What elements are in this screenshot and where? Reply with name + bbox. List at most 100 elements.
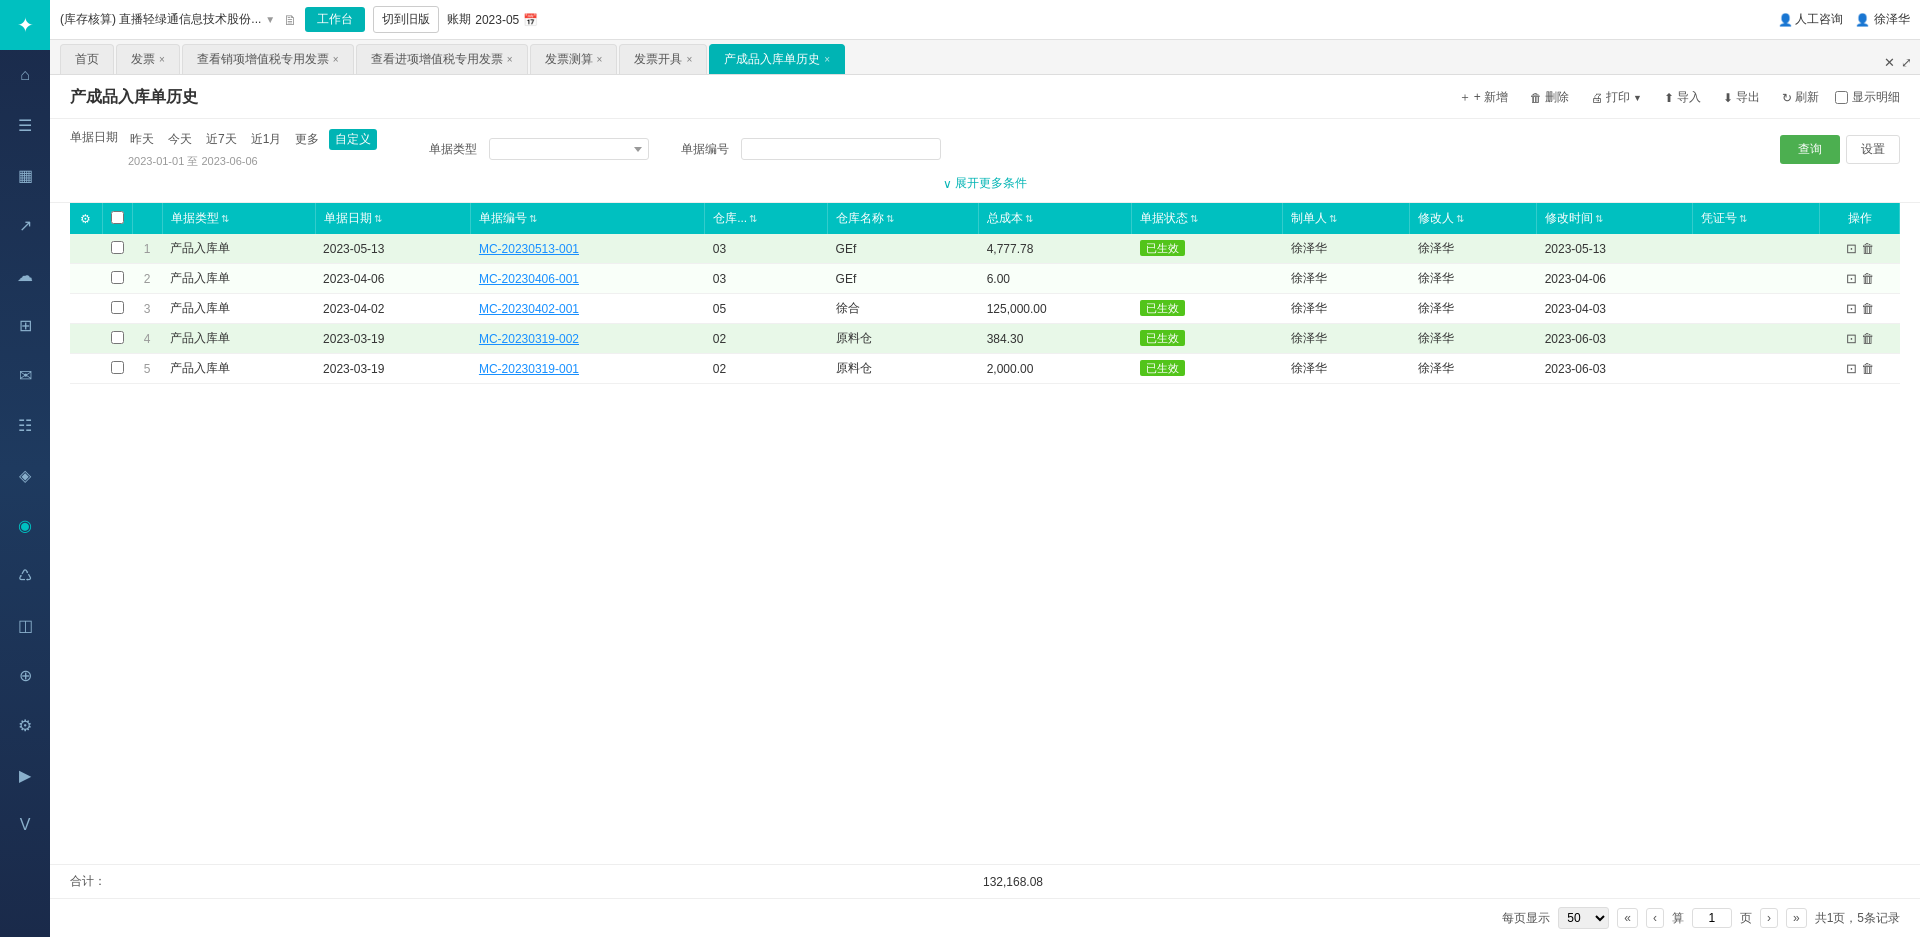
tab-invoice-issue[interactable]: 发票开具 × (619, 44, 707, 74)
tab-purchase-invoice-close[interactable]: × (507, 54, 513, 65)
per-page-select[interactable]: 50 100 (1558, 907, 1609, 929)
row-checkbox[interactable] (111, 241, 124, 254)
row-delete-icon[interactable]: 🗑 (1861, 331, 1874, 346)
row-number-link[interactable]: MC-20230402-001 (471, 294, 705, 324)
row-checkbox[interactable] (111, 271, 124, 284)
copy-icon[interactable]: 🗎 (283, 12, 297, 28)
last-page-button[interactable]: » (1786, 908, 1807, 928)
company-dropdown-icon[interactable]: ▼ (265, 14, 275, 25)
import-button[interactable]: ⬆ 导入 (1658, 85, 1707, 110)
sidebar-item-module4[interactable]: ☁ (0, 250, 50, 300)
export-button[interactable]: ⬇ 导出 (1717, 85, 1766, 110)
display-toggle-checkbox[interactable] (1835, 91, 1848, 104)
shortcut-today[interactable]: 今天 (164, 129, 196, 150)
refresh-button[interactable]: ↻ 刷新 (1776, 85, 1825, 110)
row-delete-icon[interactable]: 🗑 (1861, 241, 1874, 256)
row-edit-icon[interactable]: ⊡ (1846, 271, 1857, 286)
calendar-icon[interactable]: 📅 (523, 13, 538, 27)
next-page-button[interactable]: › (1760, 908, 1778, 928)
tab-invoice-calc[interactable]: 发票测算 × (530, 44, 618, 74)
sidebar-item-module8[interactable]: ◈ (0, 450, 50, 500)
row-edit-icon[interactable]: ⊡ (1846, 361, 1857, 376)
row-edit-icon[interactable]: ⊡ (1846, 241, 1857, 256)
col-select-all[interactable] (102, 203, 132, 234)
row-checkbox-cell[interactable] (102, 264, 132, 294)
shortcut-more[interactable]: 更多 (291, 129, 323, 150)
row-delete-icon[interactable]: 🗑 (1861, 361, 1874, 376)
row-checkbox[interactable] (111, 361, 124, 374)
col-warehouse-code[interactable]: 仓库...⇅ (705, 203, 828, 234)
display-toggle[interactable]: 显示明细 (1835, 89, 1900, 106)
app-logo[interactable]: ✦ (0, 0, 50, 50)
sidebar-item-version[interactable]: V (0, 800, 50, 850)
workbench-button[interactable]: 工作台 (305, 7, 365, 32)
tab-sales-invoice-close[interactable]: × (333, 54, 339, 65)
col-modify-time[interactable]: 修改时间⇅ (1537, 203, 1693, 234)
row-delete-icon[interactable]: 🗑 (1861, 271, 1874, 286)
sidebar-item-warehouse[interactable]: ◉ (0, 500, 50, 550)
company-selector[interactable]: (库存核算) 直播轻绿通信息技术股份... ▼ (60, 11, 275, 28)
row-delete-icon[interactable]: 🗑 (1861, 301, 1874, 316)
shortcut-yesterday[interactable]: 昨天 (126, 129, 158, 150)
sidebar-item-module2[interactable]: ▦ (0, 150, 50, 200)
col-date[interactable]: 单据日期⇅ (315, 203, 471, 234)
row-number-link[interactable]: MC-20230319-002 (471, 324, 705, 354)
tab-invoice-calc-close[interactable]: × (597, 54, 603, 65)
sidebar-item-module12[interactable]: ⊕ (0, 650, 50, 700)
sidebar-item-analytics[interactable]: ↗ (0, 200, 50, 250)
row-edit-icon[interactable]: ⊡ (1846, 301, 1857, 316)
tab-purchase-invoice[interactable]: 查看进项增值税专用发票 × (356, 44, 528, 74)
user-menu[interactable]: 👤 徐泽华 (1855, 11, 1910, 28)
tab-sales-invoice[interactable]: 查看销项增值税专用发票 × (182, 44, 354, 74)
shortcut-1month[interactable]: 近1月 (247, 129, 286, 150)
help-button[interactable]: 👤 人工咨询 (1778, 11, 1843, 28)
col-voucher[interactable]: 凭证号⇅ (1692, 203, 1819, 234)
tab-expand-icon[interactable]: ⤢ (1901, 55, 1912, 70)
expand-more-conditions[interactable]: ∨ 展开更多条件 (70, 175, 1900, 192)
col-number[interactable]: 单据编号⇅ (471, 203, 705, 234)
query-button[interactable]: 查询 (1780, 135, 1840, 164)
sidebar-item-module10[interactable]: ♺ (0, 550, 50, 600)
sidebar-item-module5[interactable]: ⊞ (0, 300, 50, 350)
number-filter-input[interactable] (741, 138, 941, 160)
row-number-link[interactable]: MC-20230513-001 (471, 234, 705, 264)
col-total-cost[interactable]: 总成本⇅ (979, 203, 1132, 234)
row-number-link[interactable]: MC-20230406-001 (471, 264, 705, 294)
page-number-input[interactable] (1692, 908, 1732, 928)
sidebar-item-module11[interactable]: ◫ (0, 600, 50, 650)
first-page-button[interactable]: « (1617, 908, 1638, 928)
switch-version-button[interactable]: 切到旧版 (373, 6, 439, 33)
col-modifier[interactable]: 修改人⇅ (1410, 203, 1537, 234)
sidebar-item-settings[interactable]: ⚙ (0, 700, 50, 750)
tab-invoice[interactable]: 发票 × (116, 44, 180, 74)
tab-product-inbound-history-close[interactable]: × (824, 54, 830, 65)
row-checkbox-cell[interactable] (102, 354, 132, 384)
tab-close-all-icon[interactable]: ✕ (1884, 55, 1895, 70)
sidebar-item-home[interactable]: ⌂ (0, 50, 50, 100)
col-status[interactable]: 单据状态⇅ (1132, 203, 1283, 234)
tab-invoice-issue-close[interactable]: × (686, 54, 692, 65)
row-checkbox[interactable] (111, 331, 124, 344)
shortcut-7days[interactable]: 近7天 (202, 129, 241, 150)
type-filter-select[interactable] (489, 138, 649, 160)
sidebar-item-messages[interactable]: ✉ (0, 350, 50, 400)
new-button[interactable]: ＋ + 新增 (1453, 85, 1514, 110)
col-type[interactable]: 单据类型⇅ (162, 203, 315, 234)
col-warehouse-name[interactable]: 仓库名称⇅ (828, 203, 979, 234)
print-button[interactable]: 🖨 打印 ▼ (1585, 85, 1648, 110)
col-creator[interactable]: 制单人⇅ (1283, 203, 1410, 234)
tab-product-inbound-history[interactable]: 产成品入库单历史 × (709, 44, 845, 74)
prev-page-button[interactable]: ‹ (1646, 908, 1664, 928)
row-number-link[interactable]: MC-20230319-001 (471, 354, 705, 384)
select-all-checkbox[interactable] (111, 211, 124, 224)
tab-invoice-close[interactable]: × (159, 54, 165, 65)
row-checkbox-cell[interactable] (102, 234, 132, 264)
delete-button[interactable]: 🗑 删除 (1524, 85, 1575, 110)
col-config[interactable]: ⚙ (70, 203, 102, 234)
row-edit-icon[interactable]: ⊡ (1846, 331, 1857, 346)
sidebar-item-media[interactable]: ▶ (0, 750, 50, 800)
row-checkbox-cell[interactable] (102, 324, 132, 354)
shortcut-custom[interactable]: 自定义 (329, 129, 377, 150)
tab-home[interactable]: 首页 (60, 44, 114, 74)
row-checkbox[interactable] (111, 301, 124, 314)
